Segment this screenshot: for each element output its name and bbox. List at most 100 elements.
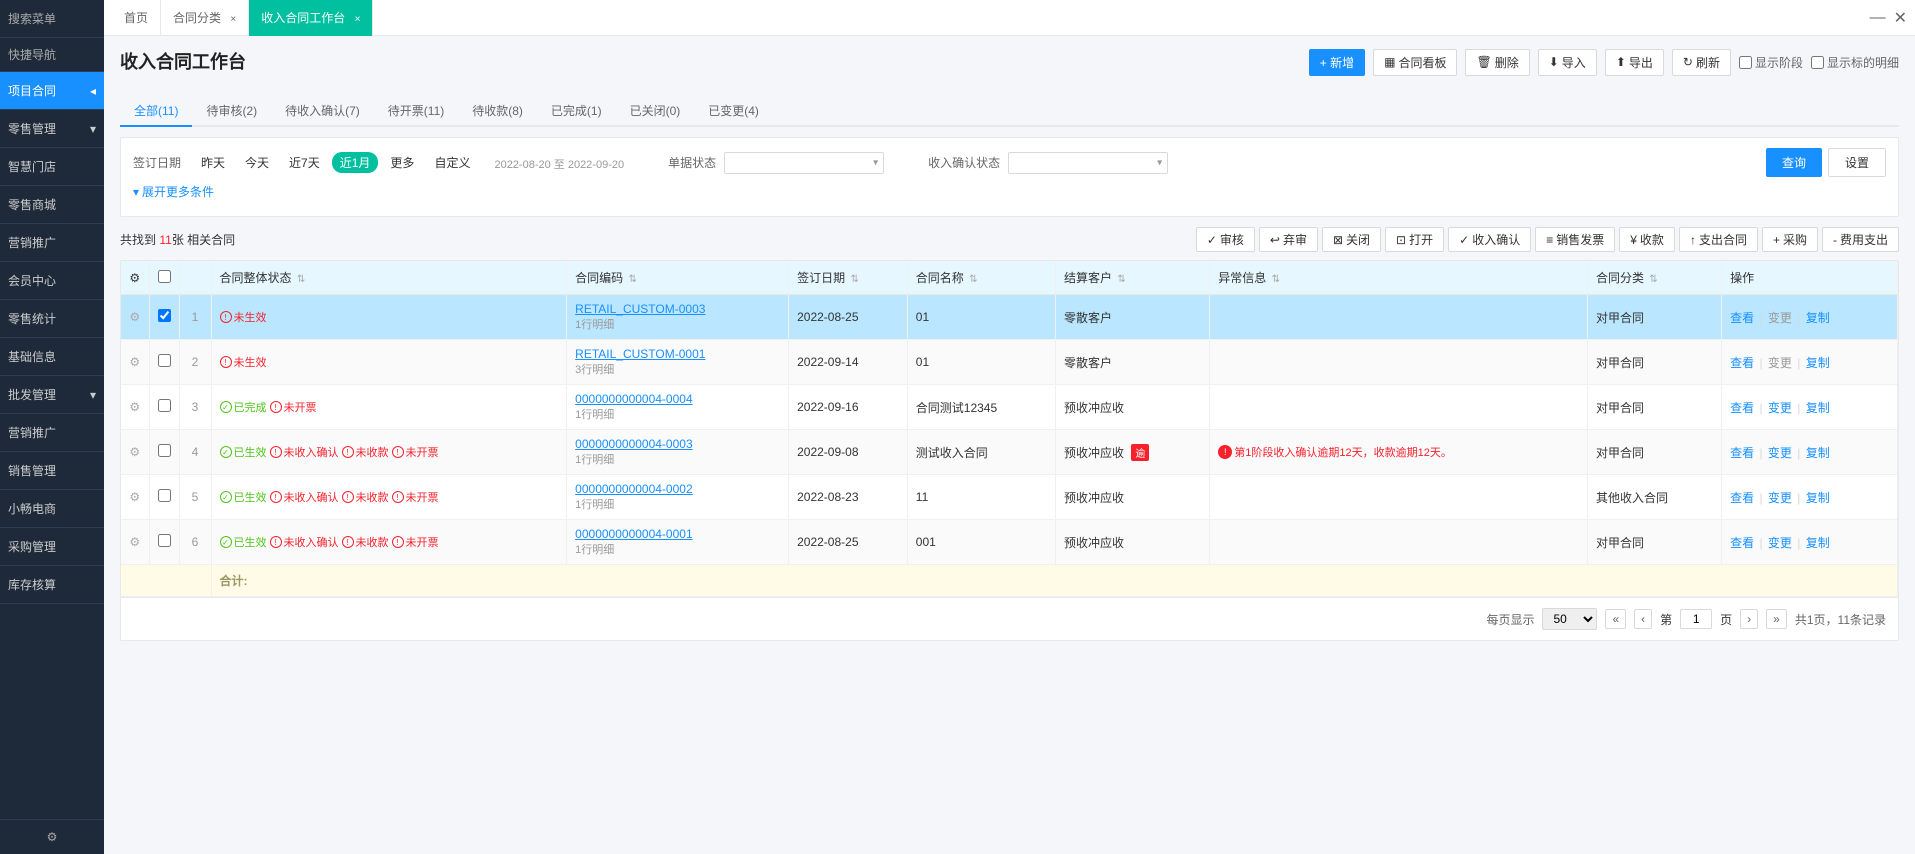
filter-tab-pending-payment[interactable]: 待收款(8) xyxy=(458,96,537,127)
prev-page-button[interactable]: ‹ xyxy=(1634,609,1652,629)
settings-gear-icon[interactable]: ⚙ xyxy=(0,820,104,854)
filter-tab-all[interactable]: 全部(11) xyxy=(120,96,192,127)
checkbox-cell[interactable] xyxy=(149,340,179,385)
sidebar-item-retail-stats[interactable]: 零售统计 xyxy=(0,300,104,338)
contract-code-link[interactable]: 0000000000004-0002 xyxy=(575,482,692,496)
first-page-button[interactable]: « xyxy=(1605,609,1626,629)
sidebar-item-retail-mgmt[interactable]: 零售管理 ▾ xyxy=(0,110,104,148)
copy-link[interactable]: 复制 xyxy=(1806,401,1830,415)
checkbox-cell[interactable] xyxy=(149,475,179,520)
page-size-select[interactable]: 50 10 20 100 xyxy=(1542,608,1597,630)
change-link[interactable]: 变更 xyxy=(1768,356,1792,370)
tab-income-workbench[interactable]: 收入合同工作台 × xyxy=(249,0,373,36)
view-link[interactable]: 查看 xyxy=(1730,446,1754,460)
contract-code-link[interactable]: 0000000000004-0003 xyxy=(575,437,692,451)
filter-tab-pending-invoice[interactable]: 待开票(11) xyxy=(374,96,458,127)
sidebar-item-smart-store[interactable]: 智慧门店 xyxy=(0,148,104,186)
filter-tab-pending-income[interactable]: 待收入确认(7) xyxy=(271,96,374,127)
filter-tab-completed[interactable]: 已完成(1) xyxy=(537,96,616,127)
pay-contract-button[interactable]: ↑ 支出合同 xyxy=(1679,227,1758,252)
export-button[interactable]: ⬆ 导出 xyxy=(1605,49,1664,76)
row-checkbox[interactable] xyxy=(158,489,171,502)
checkbox-cell[interactable] xyxy=(149,520,179,565)
sidebar-item-member[interactable]: 会员中心 xyxy=(0,262,104,300)
date-more[interactable]: 更多 xyxy=(382,152,422,173)
view-link[interactable]: 查看 xyxy=(1730,536,1754,550)
copy-link[interactable]: 复制 xyxy=(1806,536,1830,550)
gear-cell[interactable]: ⚙ xyxy=(121,340,149,385)
filter-tab-changed[interactable]: 已变更(4) xyxy=(694,96,773,127)
show-marks-check[interactable]: 显示标的明细 xyxy=(1811,54,1899,71)
window-minimize-icon[interactable]: — xyxy=(1870,9,1886,27)
row-checkbox[interactable] xyxy=(158,309,171,322)
open-button[interactable]: ⊡ 打开 xyxy=(1385,227,1444,252)
date-yesterday[interactable]: 昨天 xyxy=(193,152,233,173)
change-link[interactable]: 变更 xyxy=(1768,401,1792,415)
filter-tab-closed[interactable]: 已关闭(0) xyxy=(616,96,695,127)
expense-button[interactable]: - 费用支出 xyxy=(1822,227,1899,252)
contract-code-link[interactable]: RETAIL_CUSTOM-0001 xyxy=(575,347,705,361)
window-close-icon[interactable]: ✕ xyxy=(1894,8,1907,28)
contract-code-link[interactable]: RETAIL_CUSTOM-0003 xyxy=(575,302,705,316)
row-checkbox[interactable] xyxy=(158,444,171,457)
tab-contract-category-close[interactable]: × xyxy=(230,14,236,25)
tab-contract-category[interactable]: 合同分类 × xyxy=(161,0,249,36)
contract-board-button[interactable]: ▦ 合同看板 xyxy=(1373,49,1457,76)
tab-home[interactable]: 首页 xyxy=(112,0,161,36)
refresh-button[interactable]: ↻ 刷新 xyxy=(1672,49,1731,76)
col-sign-date[interactable]: 签订日期 ⇅ xyxy=(789,261,908,295)
change-link[interactable]: 变更 xyxy=(1768,311,1792,325)
view-link[interactable]: 查看 xyxy=(1730,311,1754,325)
income-confirm-select[interactable] xyxy=(1008,152,1168,174)
select-all-checkbox[interactable] xyxy=(158,270,171,283)
date-today[interactable]: 今天 xyxy=(237,152,277,173)
sidebar-search[interactable]: 搜索菜单 xyxy=(0,0,104,38)
show-marks-checkbox[interactable] xyxy=(1811,56,1824,69)
col-contract-category[interactable]: 合同分类 ⇅ xyxy=(1587,261,1721,295)
change-link[interactable]: 变更 xyxy=(1768,536,1792,550)
sidebar-item-marketing2[interactable]: 营销推广 xyxy=(0,414,104,452)
purchase-button[interactable]: + 采购 xyxy=(1762,227,1818,252)
sidebar-item-basic-info[interactable]: 基础信息 xyxy=(0,338,104,376)
sidebar-item-project[interactable]: 项目合同 ◂ xyxy=(0,72,104,110)
gear-cell[interactable]: ⚙ xyxy=(121,475,149,520)
date-7days[interactable]: 近7天 xyxy=(281,152,328,173)
sidebar-item-xiaochangec[interactable]: 小畅电商 xyxy=(0,490,104,528)
sidebar-item-wholesale[interactable]: 批发管理 ▾ xyxy=(0,376,104,414)
row-checkbox[interactable] xyxy=(158,354,171,367)
sales-invoice-button[interactable]: ≡ 销售发票 xyxy=(1535,227,1615,252)
setting-button[interactable]: 设置 xyxy=(1828,148,1886,177)
col-settlement-customer[interactable]: 结算客户 ⇅ xyxy=(1056,261,1210,295)
copy-link[interactable]: 复制 xyxy=(1806,446,1830,460)
view-link[interactable]: 查看 xyxy=(1730,401,1754,415)
view-link[interactable]: 查看 xyxy=(1730,491,1754,505)
date-custom[interactable]: 自定义 xyxy=(426,152,478,173)
show-stages-checkbox[interactable] xyxy=(1739,56,1752,69)
sidebar-item-marketing[interactable]: 营销推广 xyxy=(0,224,104,262)
gear-cell[interactable]: ⚙ xyxy=(121,520,149,565)
view-link[interactable]: 查看 xyxy=(1730,356,1754,370)
col-exception-info[interactable]: 异常信息 ⇅ xyxy=(1210,261,1588,295)
sidebar-quick-nav[interactable]: 快捷导航 xyxy=(0,38,104,72)
tab-income-workbench-close[interactable]: × xyxy=(355,14,361,25)
checkbox-cell[interactable] xyxy=(149,385,179,430)
delete-button[interactable]: 🗑 删除 xyxy=(1465,49,1529,76)
row-checkbox[interactable] xyxy=(158,534,171,547)
abandon-review-button[interactable]: ↩ 弃审 xyxy=(1259,227,1318,252)
show-stages-check[interactable]: 显示阶段 xyxy=(1739,54,1803,71)
sidebar-item-sales-mgmt[interactable]: 销售管理 xyxy=(0,452,104,490)
sidebar-item-retail-shop[interactable]: 零售商城 xyxy=(0,186,104,224)
close-button[interactable]: ⊠ 关闭 xyxy=(1322,227,1381,252)
date-1month[interactable]: 近1月 xyxy=(332,152,379,173)
change-link[interactable]: 变更 xyxy=(1768,446,1792,460)
doc-status-select[interactable] xyxy=(724,152,884,174)
copy-link[interactable]: 复制 xyxy=(1806,356,1830,370)
query-button[interactable]: 查询 xyxy=(1766,148,1822,177)
gear-cell[interactable]: ⚙ xyxy=(121,295,149,340)
expand-conditions-btn[interactable]: ▾ 展开更多条件 xyxy=(133,183,214,200)
col-contract-status[interactable]: 合同整体状态 ⇅ xyxy=(211,261,567,295)
checkbox-cell[interactable] xyxy=(149,430,179,475)
page-number-input[interactable] xyxy=(1680,609,1712,629)
col-checkbox[interactable] xyxy=(149,261,179,295)
change-link[interactable]: 变更 xyxy=(1768,491,1792,505)
